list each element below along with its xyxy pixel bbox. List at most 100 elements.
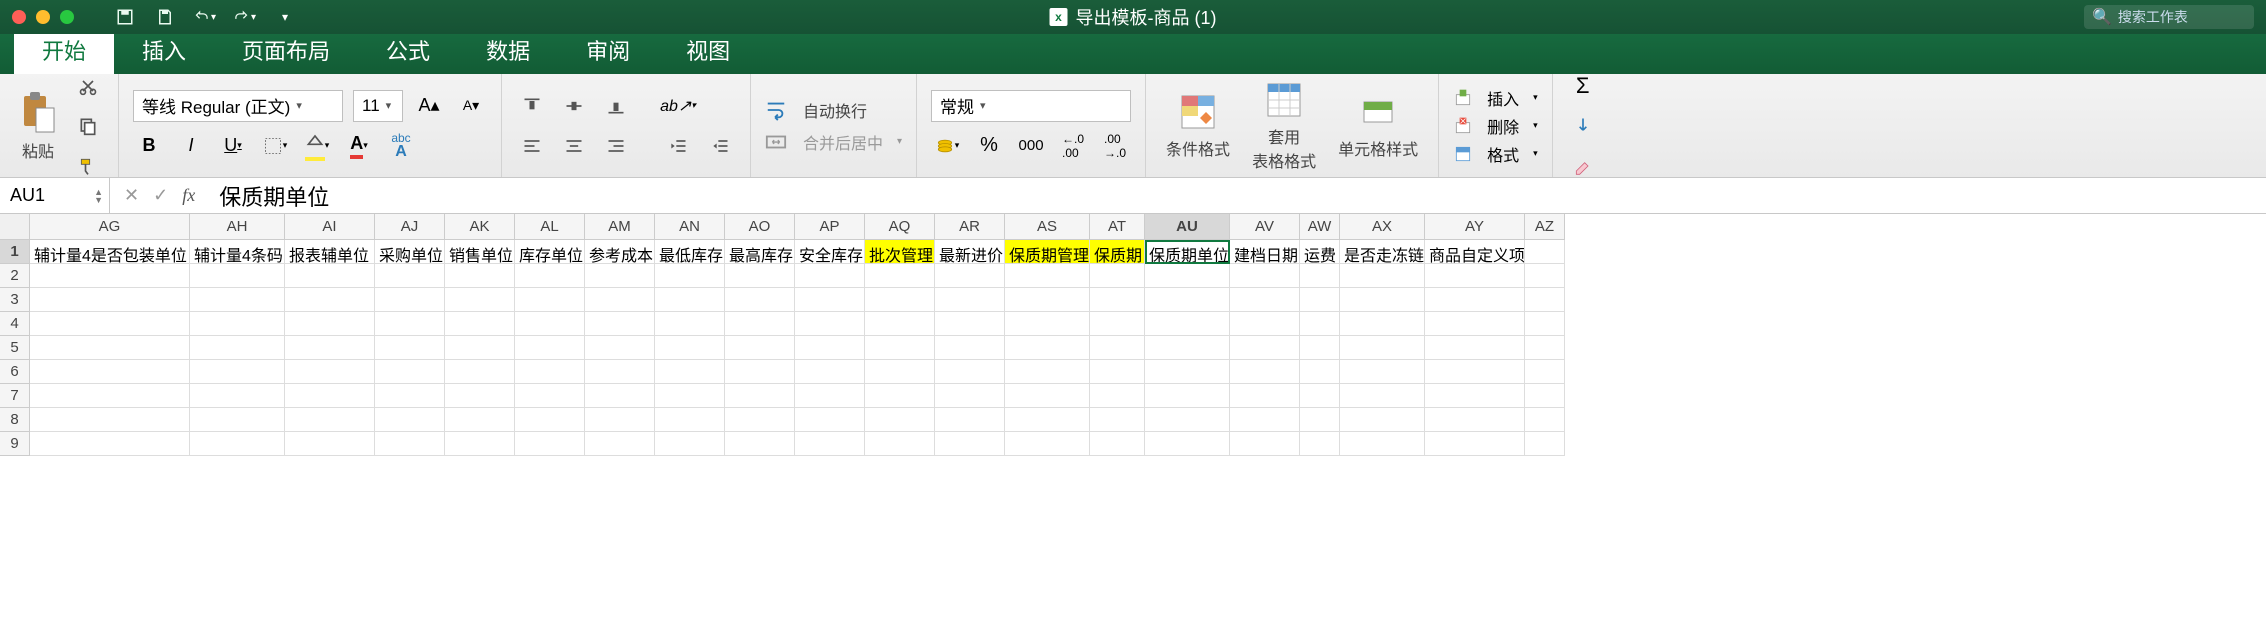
cell-AL8[interactable] — [515, 408, 585, 432]
cell-AG8[interactable] — [30, 408, 190, 432]
cell-AM2[interactable] — [585, 264, 655, 288]
autosum-icon[interactable]: Σ — [1567, 70, 1599, 102]
cell-AM5[interactable] — [585, 336, 655, 360]
cell-AW5[interactable] — [1300, 336, 1340, 360]
column-header-AX[interactable]: AX — [1340, 214, 1425, 239]
cell-AW9[interactable] — [1300, 432, 1340, 456]
cell-AQ2[interactable] — [865, 264, 935, 288]
cell-AU3[interactable] — [1145, 288, 1230, 312]
column-header-AM[interactable]: AM — [585, 214, 655, 239]
cell-AO7[interactable] — [725, 384, 795, 408]
align-bottom-icon[interactable] — [600, 90, 632, 122]
column-header-AW[interactable]: AW — [1300, 214, 1340, 239]
cell-AP5[interactable] — [795, 336, 865, 360]
cell-AK4[interactable] — [445, 312, 515, 336]
cell-AY6[interactable] — [1425, 360, 1525, 384]
cell-AL4[interactable] — [515, 312, 585, 336]
cell-AN7[interactable] — [655, 384, 725, 408]
cell-AW4[interactable] — [1300, 312, 1340, 336]
comma-icon[interactable]: 000 — [1015, 130, 1047, 162]
cell-AW8[interactable] — [1300, 408, 1340, 432]
cell-AU8[interactable] — [1145, 408, 1230, 432]
column-header-AG[interactable]: AG — [30, 214, 190, 239]
cell-AI5[interactable] — [285, 336, 375, 360]
cell-AT6[interactable] — [1090, 360, 1145, 384]
cell-AR1[interactable]: 最新进价 — [935, 240, 1005, 264]
cell-AI1[interactable]: 报表辅单位 — [285, 240, 375, 264]
cell-AZ7[interactable] — [1525, 384, 1565, 408]
cell-AN9[interactable] — [655, 432, 725, 456]
cell-AW3[interactable] — [1300, 288, 1340, 312]
cell-area[interactable]: 辅计量4是否包装单位辅计量4条码报表辅单位采购单位销售单位库存单位参考成本最低库… — [30, 240, 1565, 456]
autosave-icon[interactable] — [114, 6, 136, 28]
cell-AI9[interactable] — [285, 432, 375, 456]
cell-AY3[interactable] — [1425, 288, 1525, 312]
cell-AI4[interactable] — [285, 312, 375, 336]
number-format-select[interactable]: 常规 — [931, 90, 1131, 122]
cell-AV5[interactable] — [1230, 336, 1300, 360]
cell-AU2[interactable] — [1145, 264, 1230, 288]
bold-button[interactable]: B — [133, 130, 165, 162]
cell-AO6[interactable] — [725, 360, 795, 384]
cell-AY8[interactable] — [1425, 408, 1525, 432]
row-header-6[interactable]: 6 — [0, 360, 30, 384]
row-header-7[interactable]: 7 — [0, 384, 30, 408]
cell-AH3[interactable] — [190, 288, 285, 312]
cell-AV8[interactable] — [1230, 408, 1300, 432]
cell-AQ3[interactable] — [865, 288, 935, 312]
search-box[interactable]: 🔍 — [2084, 5, 2254, 29]
increase-decimal-icon[interactable]: ←.0.00 — [1057, 130, 1089, 162]
wrap-text-button[interactable]: 自动换行 — [765, 98, 902, 122]
cell-AH1[interactable]: 辅计量4条码 — [190, 240, 285, 264]
cell-AZ6[interactable] — [1525, 360, 1565, 384]
cell-AW7[interactable] — [1300, 384, 1340, 408]
cell-AG1[interactable]: 辅计量4是否包装单位 — [30, 240, 190, 264]
cell-AM3[interactable] — [585, 288, 655, 312]
cell-AR4[interactable] — [935, 312, 1005, 336]
decrease-decimal-icon[interactable]: .00→.0 — [1099, 130, 1131, 162]
cell-AN4[interactable] — [655, 312, 725, 336]
cell-AY7[interactable] — [1425, 384, 1525, 408]
cell-AL1[interactable]: 库存单位 — [515, 240, 585, 264]
cell-AQ8[interactable] — [865, 408, 935, 432]
cell-AJ9[interactable] — [375, 432, 445, 456]
close-window-button[interactable] — [12, 10, 26, 24]
cell-AW2[interactable] — [1300, 264, 1340, 288]
column-header-AR[interactable]: AR — [935, 214, 1005, 239]
align-middle-icon[interactable] — [558, 90, 590, 122]
cell-AI3[interactable] — [285, 288, 375, 312]
cell-AT1[interactable]: 保质期 — [1090, 240, 1145, 264]
cell-AH7[interactable] — [190, 384, 285, 408]
cell-AM4[interactable] — [585, 312, 655, 336]
cell-AS9[interactable] — [1005, 432, 1090, 456]
increase-font-icon[interactable]: A▴ — [413, 90, 445, 122]
cell-AK2[interactable] — [445, 264, 515, 288]
cell-AR7[interactable] — [935, 384, 1005, 408]
cell-AS4[interactable] — [1005, 312, 1090, 336]
clear-icon[interactable] — [1567, 150, 1599, 182]
underline-button[interactable]: U ▾ — [217, 130, 249, 162]
name-box[interactable]: AU1 ▲▼ — [0, 178, 110, 213]
format-as-table-button[interactable]: 套用 表格格式 — [1246, 80, 1322, 172]
cell-AY4[interactable] — [1425, 312, 1525, 336]
cell-AG2[interactable] — [30, 264, 190, 288]
fill-icon[interactable] — [1567, 110, 1599, 142]
row-header-2[interactable]: 2 — [0, 264, 30, 288]
cell-AR5[interactable] — [935, 336, 1005, 360]
column-header-AQ[interactable]: AQ — [865, 214, 935, 239]
cell-AQ9[interactable] — [865, 432, 935, 456]
cell-AS8[interactable] — [1005, 408, 1090, 432]
cell-AY5[interactable] — [1425, 336, 1525, 360]
cell-AP9[interactable] — [795, 432, 865, 456]
cell-AN5[interactable] — [655, 336, 725, 360]
cell-AI6[interactable] — [285, 360, 375, 384]
delete-cells-button[interactable]: 删除▾ — [1453, 114, 1538, 138]
align-center-icon[interactable] — [558, 130, 590, 162]
row-header-8[interactable]: 8 — [0, 408, 30, 432]
column-header-AO[interactable]: AO — [725, 214, 795, 239]
cell-AM7[interactable] — [585, 384, 655, 408]
cell-AG6[interactable] — [30, 360, 190, 384]
qat-customize-icon[interactable]: ▾ — [274, 6, 296, 28]
cell-AL3[interactable] — [515, 288, 585, 312]
cell-AV3[interactable] — [1230, 288, 1300, 312]
